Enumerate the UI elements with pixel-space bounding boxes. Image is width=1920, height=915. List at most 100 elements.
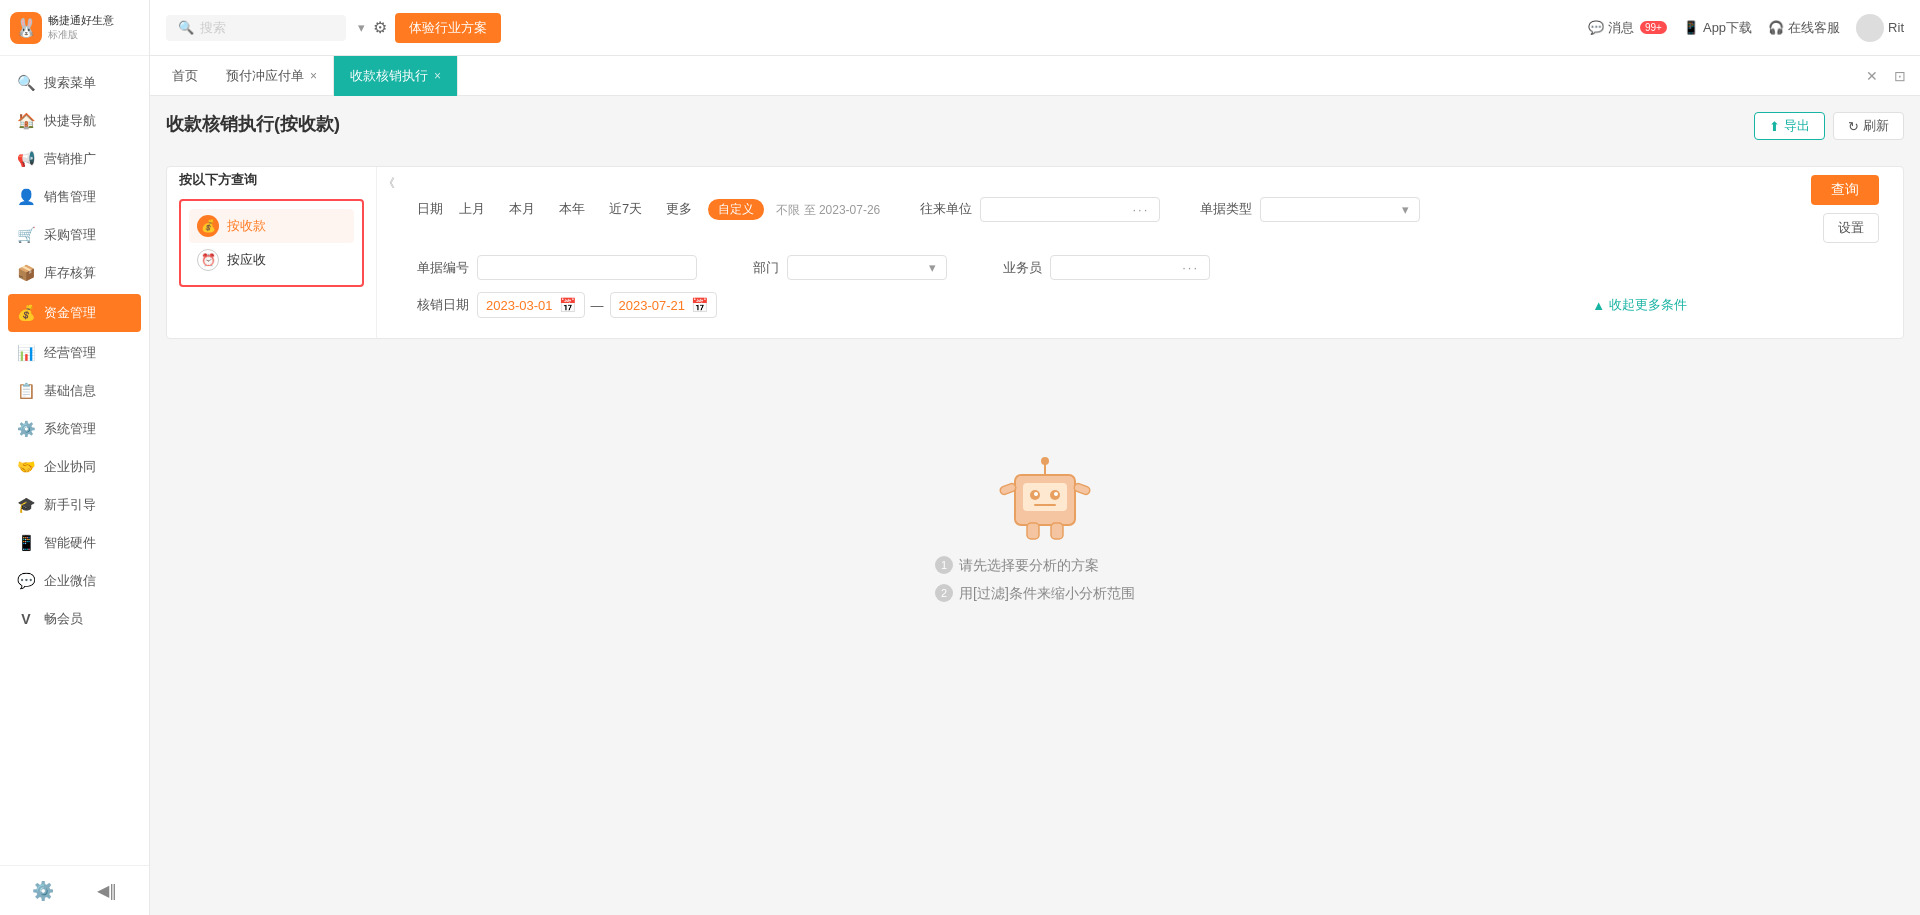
collapse-sidebar-icon[interactable]: ◀‖ [97,881,117,900]
svg-point-4 [1034,492,1038,496]
filter-row-2: 单据编号 部门 ▾ 业务员 ··· [417,255,1887,280]
verify-date-end-input[interactable]: 2023-07-21 📅 [610,292,718,318]
filter-left-title: 按以下方查询 [179,171,364,189]
topbar-gear-icon[interactable]: ⚙ [373,18,387,37]
topbar-chevron-icon[interactable]: ▾ [358,20,365,35]
settings-bottom-icon[interactable]: ⚙️ [32,880,54,902]
finance-icon: 💰 [16,304,36,322]
search-topbar-icon: 🔍 [178,20,194,35]
export-button[interactable]: ⬆ 导出 [1754,112,1825,140]
sidebar-item-enterprise[interactable]: 🤝 企业协同 [0,448,149,486]
tab-maximize-icon[interactable]: ⊡ [1890,64,1910,88]
tabbar: 首页 预付冲应付单 × 收款核销执行 × ✕ ⊡ [150,56,1920,96]
svg-point-12 [1041,457,1049,465]
bill-type-label: 单据类型 [1200,200,1252,218]
sales-select[interactable]: ··· [1050,255,1210,280]
verify-date-start-input[interactable]: 2023-03-01 📅 [477,292,585,318]
headset-icon: 🎧 [1768,20,1784,35]
tabbar-right-controls: ✕ ⊡ [1862,64,1910,88]
sidebar-item-sales[interactable]: 👤 销售管理 [0,178,149,216]
user-menu[interactable]: Rit [1856,14,1904,42]
filter-option-by-receivable[interactable]: ⏰ 按应收 [189,243,354,277]
sidebar-item-purchase[interactable]: 🛒 采购管理 [0,216,149,254]
date-label: 日期 [417,200,443,218]
collapse-toggle[interactable]: 《 [377,167,401,338]
purchase-icon: 🛒 [16,226,36,244]
date-7days[interactable]: 近7天 [601,198,650,220]
sidebar-logo: 🐰 畅捷通好生意 标准版 [0,0,149,56]
verify-date-range: 2023-03-01 📅 — 2023-07-21 📅 [477,292,717,318]
filter-left-panel: 按以下方查询 💰 按收款 ⏰ 按应收 [167,167,377,338]
sidebar-item-wechat[interactable]: 💬 企业微信 [0,562,149,600]
settings-button[interactable]: 设置 [1823,213,1879,243]
sidebar-item-system[interactable]: ⚙️ 系统管理 [0,410,149,448]
date-last-month[interactable]: 上月 [451,198,493,220]
search-icon: 🔍 [16,74,36,92]
bill-no-input[interactable] [477,255,697,280]
query-button[interactable]: 查询 [1811,175,1879,205]
topbar-left: 🔍 搜索 ▾ ⚙ 体验行业方案 [166,13,501,43]
sales-dots-icon: ··· [1182,260,1199,275]
svg-rect-10 [1051,523,1063,539]
search-placeholder: 搜索 [200,19,226,37]
sales-label: 业务员 [1003,259,1042,277]
sidebar-item-guide[interactable]: 🎓 新手引导 [0,486,149,524]
filter-date-item: 日期 上月 本月 本年 近7天 更多 自定义 不限 至 2023-07-26 [417,198,880,220]
sales-icon: 👤 [16,188,36,206]
sidebar-item-quicknav[interactable]: 🏠 快捷导航 [0,102,149,140]
tab1-close-icon[interactable]: × [310,69,317,83]
tab2-label: 收款核销执行 [350,67,428,85]
dept-select[interactable]: ▾ [787,255,947,280]
sidebar-item-vip[interactable]: V 畅会员 [0,600,149,638]
tab-close-window-icon[interactable]: ✕ [1862,64,1882,88]
sidebar-item-inventory[interactable]: 📦 库存核算 [0,254,149,292]
calendar-end-icon: 📅 [691,297,708,313]
verify-date-end-value: 2023-07-21 [619,298,686,313]
chevron-up-icon: ▲ [1592,298,1605,313]
operations-icon: 📊 [16,344,36,362]
tab2-close-icon[interactable]: × [434,69,441,83]
tab-collection-verify[interactable]: 收款核销执行 × [334,56,458,96]
verify-date-label: 核销日期 [417,296,469,314]
receipt-icon: 💰 [197,215,219,237]
tab-home[interactable]: 首页 [160,56,210,96]
topbar: 🔍 搜索 ▾ ⚙ 体验行业方案 💬 消息 99+ 📱 App下载 🎧 在线客服 [150,0,1920,56]
enterprise-icon: 🤝 [16,458,36,476]
sidebar-nav: 🔍 搜索菜单 🏠 快捷导航 📢 营销推广 👤 销售管理 🛒 采购管理 📦 库存核… [0,56,149,865]
date-custom-btn[interactable]: 自定义 [708,199,764,220]
counterpart-label: 往来单位 [920,200,972,218]
counterpart-select[interactable]: ··· [980,197,1160,222]
app-download-button[interactable]: 📱 App下载 [1683,19,1752,37]
filter-panel: 按以下方查询 💰 按收款 ⏰ 按应收 《 [166,166,1904,339]
svg-rect-1 [1023,483,1067,511]
online-service-button[interactable]: 🎧 在线客服 [1768,19,1840,37]
refresh-button[interactable]: ↻ 刷新 [1833,112,1904,140]
bill-type-select[interactable]: ▾ [1260,197,1420,222]
inventory-icon: 📦 [16,264,36,282]
date-this-year[interactable]: 本年 [551,198,593,220]
sidebar-item-basic[interactable]: 📋 基础信息 [0,372,149,410]
industry-solution-button[interactable]: 体验行业方案 [395,13,501,43]
message-button[interactable]: 💬 消息 99+ [1588,19,1667,37]
filter-option-by-receipt[interactable]: 💰 按收款 [189,209,354,243]
date-this-month[interactable]: 本月 [501,198,543,220]
page-content: 收款核销执行(按收款) ⬆ 导出 ↻ 刷新 按以下方查询 💰 [150,96,1920,915]
receivable-icon: ⏰ [197,249,219,271]
empty-step-2: 2 用[过滤]条件来缩小分析范围 [935,579,1135,607]
empty-hint-text: 1 请先选择要分析的方案 2 用[过滤]条件来缩小分析范围 [935,551,1135,607]
filter-row-3: 核销日期 2023-03-01 📅 — 2023-07-21 📅 [417,292,1887,318]
topbar-search-box: 🔍 搜索 [166,15,346,41]
tab-prepay[interactable]: 预付冲应付单 × [210,56,334,96]
collapse-more-button[interactable]: ▲ 收起更多条件 [1592,296,1687,314]
message-badge: 99+ [1640,21,1667,34]
sidebar-item-hardware[interactable]: 📱 智能硬件 [0,524,149,562]
svg-point-5 [1054,492,1058,496]
sidebar-item-operations[interactable]: 📊 经营管理 [0,334,149,372]
sidebar-item-finance[interactable]: 💰 资金管理 [8,294,141,332]
sidebar-item-search[interactable]: 🔍 搜索菜单 [0,64,149,102]
sidebar-item-marketing[interactable]: 📢 营销推广 [0,140,149,178]
wechat-icon: 💬 [16,572,36,590]
date-more[interactable]: 更多 [658,198,700,220]
empty-step-1: 1 请先选择要分析的方案 [935,551,1135,579]
dept-chevron-icon: ▾ [929,260,936,275]
